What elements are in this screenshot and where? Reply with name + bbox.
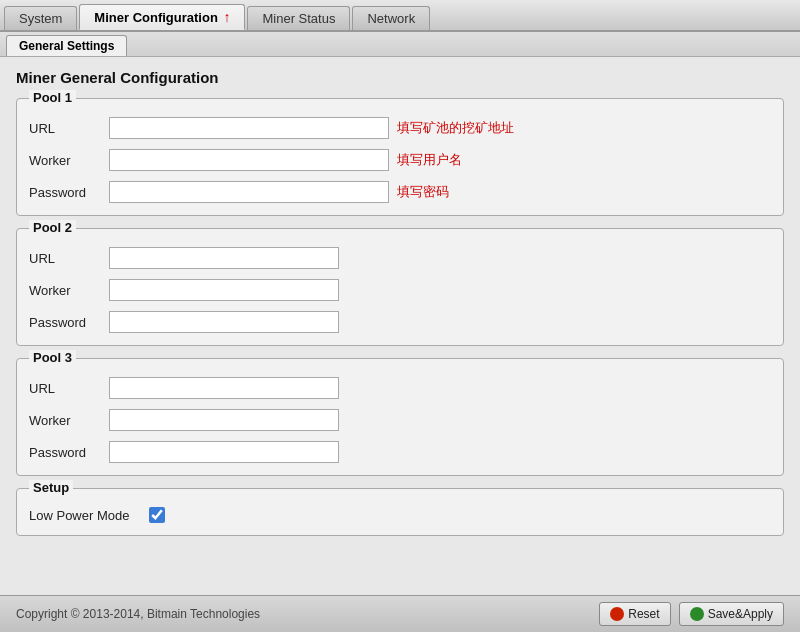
pool2-url-input[interactable]: [109, 247, 339, 269]
reset-label: Reset: [628, 607, 659, 621]
pool3-worker-input[interactable]: [109, 409, 339, 431]
low-power-mode-row: Low Power Mode: [29, 507, 771, 523]
pool3-worker-row: Worker: [29, 409, 771, 431]
pool2-section: Pool 2 URL Worker Password: [16, 228, 784, 346]
pool1-section: Pool 1 URL 填写矿池的挖矿地址 Worker 填写用户名 Passwo…: [16, 98, 784, 216]
subtab-general-settings-label: General Settings: [19, 39, 114, 53]
pool1-worker-row: Worker 填写用户名: [29, 149, 771, 171]
tab-arrow-icon: ↑: [223, 9, 230, 25]
main-content: General Settings Miner General Configura…: [0, 32, 800, 595]
pool2-password-label: Password: [29, 315, 109, 330]
pool1-password-label: Password: [29, 185, 109, 200]
pool2-worker-row: Worker: [29, 279, 771, 301]
tab-system[interactable]: System: [4, 6, 77, 30]
pool1-worker-annotation: 填写用户名: [397, 151, 462, 169]
pool1-password-input[interactable]: [109, 181, 389, 203]
pool3-worker-label: Worker: [29, 413, 109, 428]
pool1-url-input[interactable]: [109, 117, 389, 139]
save-icon: [690, 607, 704, 621]
tab-miner-config-label: Miner Configuration: [94, 10, 218, 25]
reset-icon: [610, 607, 624, 621]
reset-button[interactable]: Reset: [599, 602, 670, 626]
tab-system-label: System: [19, 11, 62, 26]
pool2-worker-input[interactable]: [109, 279, 339, 301]
setup-section: Setup Low Power Mode: [16, 488, 784, 536]
tab-bar: System Miner Configuration ↑ Miner Statu…: [0, 0, 800, 32]
pool1-url-label: URL: [29, 121, 109, 136]
page-body: Miner General Configuration Pool 1 URL 填…: [0, 57, 800, 595]
pool2-url-row: URL: [29, 247, 771, 269]
pool1-password-annotation: 填写密码: [397, 183, 449, 201]
pool2-url-label: URL: [29, 251, 109, 266]
pool3-password-input[interactable]: [109, 441, 339, 463]
pool3-url-label: URL: [29, 381, 109, 396]
pool1-password-row: Password 填写密码: [29, 181, 771, 203]
footer-buttons: Reset Save&Apply: [599, 602, 784, 626]
tab-miner-status[interactable]: Miner Status: [247, 6, 350, 30]
pool1-worker-label: Worker: [29, 153, 109, 168]
pool1-worker-input[interactable]: [109, 149, 389, 171]
footer-copyright: Copyright © 2013-2014, Bitmain Technolog…: [16, 607, 260, 621]
save-label: Save&Apply: [708, 607, 773, 621]
pool3-password-row: Password: [29, 441, 771, 463]
setup-legend: Setup: [29, 480, 73, 495]
save-apply-button[interactable]: Save&Apply: [679, 602, 784, 626]
tab-network-label: Network: [367, 11, 415, 26]
pool2-password-input[interactable]: [109, 311, 339, 333]
pool2-worker-label: Worker: [29, 283, 109, 298]
sub-tab-bar: General Settings: [0, 32, 800, 57]
pool2-password-row: Password: [29, 311, 771, 333]
page-title: Miner General Configuration: [16, 69, 784, 86]
pool3-legend: Pool 3: [29, 350, 76, 365]
pool3-section: Pool 3 URL Worker Password: [16, 358, 784, 476]
pool2-legend: Pool 2: [29, 220, 76, 235]
pool3-url-row: URL: [29, 377, 771, 399]
pool1-url-annotation: 填写矿池的挖矿地址: [397, 119, 514, 137]
pool1-url-row: URL 填写矿池的挖矿地址: [29, 117, 771, 139]
low-power-mode-label: Low Power Mode: [29, 508, 149, 523]
pool1-legend: Pool 1: [29, 90, 76, 105]
low-power-mode-checkbox[interactable]: [149, 507, 165, 523]
tab-network[interactable]: Network: [352, 6, 430, 30]
footer: Copyright © 2013-2014, Bitmain Technolog…: [0, 595, 800, 632]
subtab-general-settings[interactable]: General Settings: [6, 35, 127, 56]
tab-miner-config[interactable]: Miner Configuration ↑: [79, 4, 245, 30]
tab-miner-status-label: Miner Status: [262, 11, 335, 26]
pool3-url-input[interactable]: [109, 377, 339, 399]
pool3-password-label: Password: [29, 445, 109, 460]
